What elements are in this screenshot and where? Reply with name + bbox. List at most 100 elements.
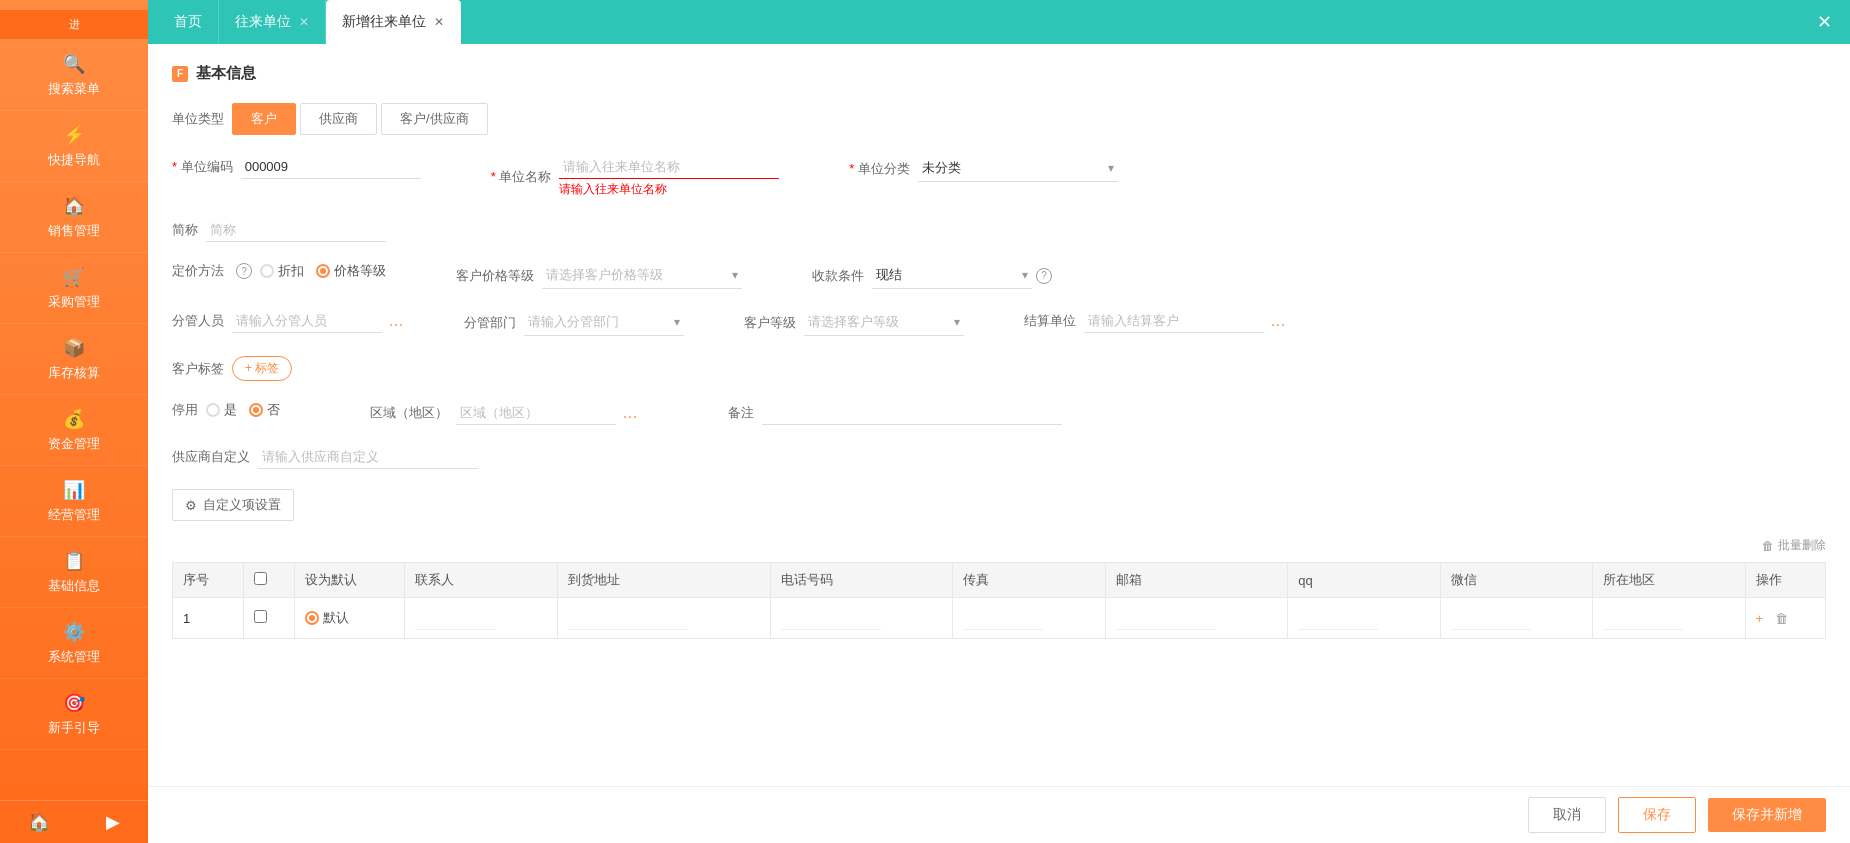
manager-more[interactable]: … — [388, 312, 404, 330]
tab-new-partner-close[interactable]: ✕ — [434, 15, 444, 29]
th-email: 邮箱 — [1105, 563, 1288, 598]
td-default: 默认 — [295, 598, 405, 639]
tab-partner-label: 往来单位 — [235, 13, 291, 31]
sidebar-item-inventory[interactable]: 📦 库存核算 — [0, 324, 148, 395]
sidebar-item-system-label: 系统管理 — [48, 648, 100, 666]
manager-row: 分管人员 … 分管部门 请输入分管部门 ▾ 客户等级 请选择客户等级 ▾ 结算单… — [172, 309, 1826, 336]
sidebar-item-guide[interactable]: 🎯 新手引导 — [0, 679, 148, 750]
sidebar-logo: 进 — [0, 10, 148, 40]
sidebar-expand-icon[interactable]: ▶ — [106, 811, 120, 833]
unit-name-with-error: 请输入往来单位名称 — [559, 155, 779, 198]
add-row-icon[interactable]: + — [1756, 611, 1764, 626]
table-row: 1 默认 — [173, 598, 1826, 639]
payment-terms-select[interactable]: 现结 ▾ — [872, 262, 1032, 289]
unit-type-buttons: 客户 供应商 客户/供应商 — [232, 103, 488, 135]
sidebar-item-purchase[interactable]: 🛒 采购管理 — [0, 253, 148, 324]
tab-partner[interactable]: 往来单位 ✕ — [219, 0, 326, 44]
remark-input[interactable] — [762, 401, 1062, 425]
tab-bar-close-all[interactable]: ✕ — [1809, 11, 1840, 33]
td-contact — [405, 598, 557, 639]
batch-delete-button[interactable]: 🗑 批量删除 — [1762, 537, 1826, 554]
th-contact: 联系人 — [405, 563, 557, 598]
tab-new-partner[interactable]: 新增往来单位 ✕ — [326, 0, 461, 44]
wechat-input[interactable] — [1451, 606, 1531, 630]
cancel-button[interactable]: 取消 — [1528, 797, 1606, 833]
unit-type-customer-btn[interactable]: 客户 — [232, 103, 296, 135]
supplier-custom-input[interactable] — [258, 445, 478, 469]
select-all-checkbox[interactable] — [254, 572, 267, 585]
fax-input[interactable] — [963, 606, 1043, 630]
sidebar-item-sales-label: 销售管理 — [48, 222, 100, 240]
td-fax — [953, 598, 1105, 639]
delete-row-icon[interactable]: 🗑 — [1775, 611, 1788, 626]
custom-settings-button[interactable]: ⚙ 自定义项设置 — [172, 489, 294, 521]
abbr-field: 简称 — [172, 218, 386, 242]
tab-bar: 首页 往来单位 ✕ 新增往来单位 ✕ ✕ — [148, 0, 1850, 44]
contact-input[interactable] — [415, 606, 495, 630]
customer-level-select[interactable]: 请选择客户等级 ▾ — [804, 309, 964, 336]
payment-terms-arrow: ▾ — [1022, 268, 1028, 282]
abbr-input[interactable] — [206, 218, 386, 242]
customer-level-placeholder: 请选择客户等级 — [808, 313, 946, 331]
disabled-yes[interactable]: 是 — [206, 401, 237, 419]
table-section: 🗑 批量删除 序号 设为默认 联系人 到货地址 电话号码 传真 邮箱 qq — [172, 537, 1826, 639]
address-input[interactable] — [568, 606, 688, 630]
purchase-icon: 🛒 — [62, 265, 86, 289]
sidebar-item-finance[interactable]: 💰 资金管理 — [0, 395, 148, 466]
disabled-no-label: 否 — [267, 401, 280, 419]
settlement-unit-more[interactable]: … — [1270, 312, 1286, 330]
unit-category-select[interactable]: 未分类 ▾ — [918, 155, 1118, 182]
pricing-radio-discount[interactable]: 折扣 — [260, 262, 304, 280]
disabled-no-circle — [249, 403, 263, 417]
unit-type-field: 单位类型 客户 供应商 客户/供应商 — [172, 103, 488, 135]
sidebar-item-system[interactable]: ⚙️ 系统管理 — [0, 608, 148, 679]
customer-price-level-select[interactable]: 请选择客户价格等级 ▾ — [542, 262, 742, 289]
email-input[interactable] — [1116, 606, 1216, 630]
row-region-input[interactable] — [1603, 606, 1683, 630]
supplier-custom-field: 供应商自定义 — [172, 445, 478, 469]
th-qq: qq — [1288, 563, 1440, 598]
pricing-radio-discount-circle — [260, 264, 274, 278]
pricing-method-field: 定价方法 ? 折扣 价格等级 — [172, 262, 386, 280]
pricing-radio-level[interactable]: 价格等级 — [316, 262, 386, 280]
default-radio[interactable]: 默认 — [305, 609, 394, 627]
payment-terms-help[interactable]: ? — [1036, 268, 1052, 284]
supplier-custom-row: 供应商自定义 — [172, 445, 1826, 469]
pricing-method-help[interactable]: ? — [236, 263, 252, 279]
tab-partner-close[interactable]: ✕ — [299, 15, 309, 29]
save-new-button[interactable]: 保存并新增 — [1708, 798, 1826, 832]
phone-input[interactable] — [781, 606, 881, 630]
tab-home[interactable]: 首页 — [158, 0, 219, 44]
save-button[interactable]: 保存 — [1618, 797, 1696, 833]
finance-icon: 💰 — [62, 407, 86, 431]
guide-icon: 🎯 — [62, 691, 86, 715]
settlement-unit-input[interactable] — [1084, 309, 1264, 333]
th-fax: 传真 — [953, 563, 1105, 598]
dept-select[interactable]: 请输入分管部门 ▾ — [524, 309, 684, 336]
supplier-custom-label: 供应商自定义 — [172, 448, 250, 466]
region-input[interactable] — [456, 401, 616, 425]
disabled-no[interactable]: 否 — [249, 401, 280, 419]
unit-name-input[interactable] — [559, 155, 779, 179]
region-field: 区域（地区） … — [370, 401, 638, 425]
sidebar-item-search[interactable]: 🔍 搜索菜单 — [0, 40, 148, 111]
default-radio-circle — [305, 611, 319, 625]
sidebar-item-operations[interactable]: 📊 经营管理 — [0, 466, 148, 537]
unit-code-input[interactable] — [241, 155, 421, 179]
add-tag-button[interactable]: + 标签 — [232, 356, 292, 381]
region-more[interactable]: … — [622, 404, 638, 422]
sidebar-home-icon[interactable]: 🏠 — [28, 811, 50, 833]
unit-type-both-btn[interactable]: 客户/供应商 — [381, 103, 488, 135]
row-checkbox[interactable] — [254, 610, 267, 623]
sidebar-item-quick-nav[interactable]: ⚡ 快捷导航 — [0, 111, 148, 182]
unit-name-label: 单位名称 — [491, 168, 552, 186]
disabled-field: 停用 是 否 — [172, 401, 280, 419]
manager-input[interactable] — [232, 309, 382, 333]
sidebar-item-basic-info[interactable]: 📋 基础信息 — [0, 537, 148, 608]
qq-input[interactable] — [1298, 606, 1378, 630]
sidebar-item-sales[interactable]: 🏠 销售管理 — [0, 182, 148, 253]
unit-type-supplier-btn[interactable]: 供应商 — [300, 103, 377, 135]
search-icon: 🔍 — [62, 52, 86, 76]
operations-icon: 📊 — [62, 478, 86, 502]
td-address — [557, 598, 770, 639]
